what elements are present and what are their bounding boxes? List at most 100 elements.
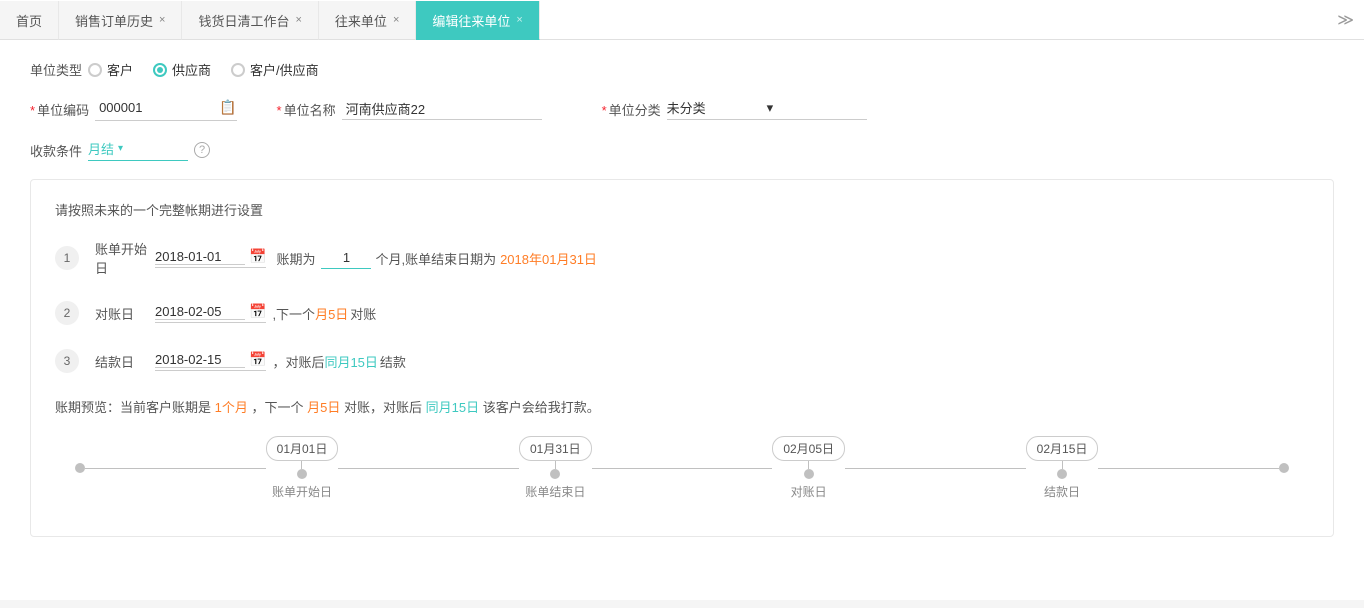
timeline-badge-2: 01月31日: [519, 436, 592, 461]
unit-type-radio-group: 客户 供应商 客户/供应商: [88, 60, 319, 79]
timeline-badge-3: 02月05日: [772, 436, 845, 461]
unit-name-label: 单位名称: [277, 100, 336, 119]
timeline-dot-2: [550, 469, 560, 479]
preview-text2: ，下一个: [252, 400, 304, 415]
payment-help-icon[interactable]: ?: [194, 142, 210, 158]
payment-dropdown-icon: ▾: [118, 143, 123, 154]
tab-cash-work-label: 钱货日清工作台: [198, 11, 289, 30]
period-row-1: 1 账单开始日 📅 账期为 个月,账单结束日期为 2018年01月31日: [55, 239, 1309, 277]
timeline: 01月01日 账单开始日 01月31日 账单结束日 02月05日: [55, 436, 1309, 500]
timeline-dot-4: [1057, 469, 1067, 479]
period-payment-date-input[interactable]: [155, 352, 245, 368]
tab-partner-label: 往来单位: [335, 11, 387, 30]
timeline-label-3: 对账日: [791, 483, 827, 500]
timeline-label-1: 账单开始日: [272, 483, 332, 500]
unit-code-label: 单位编码: [30, 100, 89, 119]
radio-supplier-circle: [153, 63, 167, 77]
period-num-3: 3: [55, 349, 79, 373]
period-row-3-label: 结款日: [95, 352, 155, 371]
radio-both-label: 客户/供应商: [250, 60, 319, 79]
unit-class-field[interactable]: 未分类 ▾: [667, 98, 867, 120]
period-row-2-date-field: 📅: [155, 303, 266, 323]
unit-info-row: 单位编码 📋 单位名称 单位分类 未分类 ▾: [30, 97, 1334, 121]
tab-sales-order-close[interactable]: ×: [159, 14, 165, 26]
preview-label: 账期预览：当前客户账期是: [55, 400, 211, 415]
period-start-date-icon[interactable]: 📅: [249, 248, 266, 265]
preview-same15: 同月15日: [426, 400, 479, 415]
timeline-point-1: 01月01日 账单开始日: [266, 436, 339, 500]
period-payment-highlight: 同月15日: [324, 352, 377, 371]
preview-section: 账期预览：当前客户账期是 1个月 ，下一个 月5日 对账，对账后 同月15日 该…: [55, 381, 1309, 516]
tab-edit-partner[interactable]: 编辑往来单位 ×: [416, 1, 539, 40]
tab-cash-work-close[interactable]: ×: [295, 14, 301, 26]
timeline-line-2: [338, 468, 519, 469]
radio-customer-circle: [88, 63, 102, 77]
payment-row: 收款条件 月结 ▾ ?: [30, 139, 1334, 161]
period-reconcile-date-input[interactable]: [155, 304, 245, 320]
tab-partner[interactable]: 往来单位 ×: [319, 1, 416, 40]
period-reconcile-highlight: 月5日: [315, 304, 348, 323]
tab-expand-button[interactable]: ≫: [1327, 0, 1364, 39]
tab-partner-close[interactable]: ×: [393, 14, 399, 26]
timeline-line-1: [85, 468, 266, 469]
period-row-3-text2: 结款: [380, 352, 406, 371]
payment-select[interactable]: 月结 ▾: [88, 139, 188, 161]
period-row-3-text1: ，对账后: [272, 352, 324, 371]
period-settings-box: 请按照未来的一个完整帐期进行设置 1 账单开始日 📅 账期为 个月,账单结束日期…: [30, 179, 1334, 537]
main-content: 单位类型 客户 供应商 客户/供应商 单位编码 📋 单位名称 单位分类: [0, 40, 1364, 600]
timeline-line-5: [1098, 468, 1279, 469]
unit-code-input[interactable]: [95, 97, 215, 118]
unit-class-value: 未分类: [667, 98, 767, 117]
tab-cash-work[interactable]: 钱货日清工作台 ×: [182, 1, 318, 40]
tab-home-label: 首页: [16, 11, 42, 30]
period-months-input[interactable]: [321, 247, 371, 269]
preview-1month: 1个月: [215, 400, 248, 415]
unit-code-field: 📋: [95, 97, 236, 121]
period-num-2: 2: [55, 301, 79, 325]
timeline-dot-3: [804, 469, 814, 479]
period-reconcile-date-icon[interactable]: 📅: [249, 303, 266, 320]
period-row-1-content: 📅 账期为 个月,账单结束日期为 2018年01月31日: [155, 247, 1309, 269]
tab-edit-partner-close[interactable]: ×: [516, 14, 522, 26]
tab-sales-order-label: 销售订单历史: [75, 11, 153, 30]
timeline-line-4: [845, 468, 1026, 469]
unit-code-icon[interactable]: 📋: [219, 99, 236, 116]
period-row-2-text1: ,下一个: [272, 304, 315, 323]
timeline-point-3: 02月05日 对账日: [772, 436, 845, 500]
period-row-2: 2 对账日 📅 ,下一个 月5日 对账: [55, 301, 1309, 325]
tab-home[interactable]: 首页: [0, 1, 59, 40]
period-title: 请按照未来的一个完整帐期进行设置: [55, 200, 1309, 219]
period-row-1-text2: 个月,账单结束日期为: [375, 249, 496, 268]
preview-text3: 对账，对账后: [344, 400, 422, 415]
period-row-3-date-field: 📅: [155, 351, 266, 371]
timeline-badge-1: 01月01日: [266, 436, 339, 461]
preview-month5: 月5日: [307, 400, 340, 415]
unit-type-row: 单位类型 客户 供应商 客户/供应商: [30, 60, 1334, 79]
payment-value: 月结: [88, 139, 114, 158]
radio-supplier[interactable]: 供应商: [153, 60, 211, 79]
period-row-1-date-field: 📅: [155, 248, 266, 268]
period-row-2-content: 📅 ,下一个 月5日 对账: [155, 303, 1309, 323]
period-row-3-content: 📅 ，对账后 同月15日 结款: [155, 351, 1309, 371]
preview-text4: 该客户会给我打款。: [483, 400, 600, 415]
unit-class-label: 单位分类: [602, 100, 661, 119]
timeline-label-4: 结款日: [1044, 483, 1080, 500]
radio-customer[interactable]: 客户: [88, 60, 133, 79]
period-row-2-text2: 对账: [350, 304, 376, 323]
timeline-right-dot: [1279, 463, 1289, 473]
preview-text: 账期预览：当前客户账期是 1个月 ，下一个 月5日 对账，对账后 同月15日 该…: [55, 397, 1309, 416]
timeline-dot-1: [297, 469, 307, 479]
period-start-date-input[interactable]: [155, 249, 245, 265]
unit-type-label: 单位类型: [30, 60, 82, 79]
expand-icon: ≫: [1337, 10, 1354, 30]
timeline-label-2: 账单结束日: [525, 483, 585, 500]
radio-both[interactable]: 客户/供应商: [231, 60, 319, 79]
timeline-point-2: 01月31日 账单结束日: [519, 436, 592, 500]
period-payment-date-icon[interactable]: 📅: [249, 351, 266, 368]
timeline-point-4: 02月15日 结款日: [1026, 436, 1099, 500]
period-row-1-label: 账单开始日: [95, 239, 155, 277]
unit-class-dropdown-icon[interactable]: ▾: [767, 100, 867, 116]
period-row-2-label: 对账日: [95, 304, 155, 323]
tab-sales-order[interactable]: 销售订单历史 ×: [59, 1, 182, 40]
unit-name-input[interactable]: [342, 98, 542, 120]
